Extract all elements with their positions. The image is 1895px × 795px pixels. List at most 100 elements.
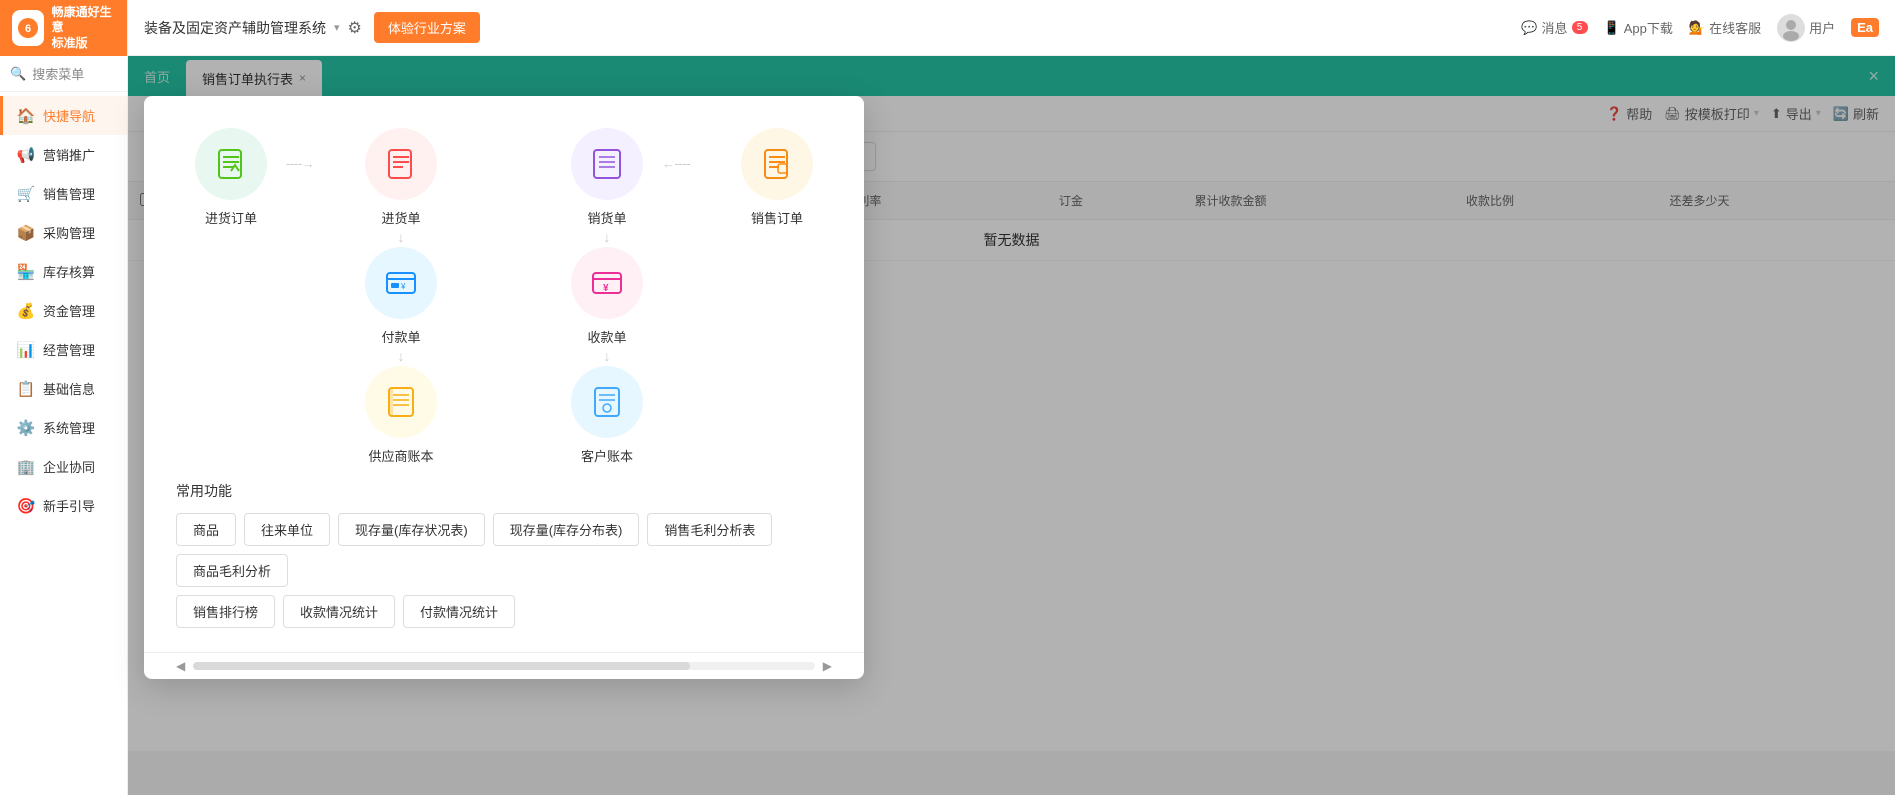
func-btn-product[interactable]: 商品 xyxy=(176,513,236,546)
sidebar-item-label: 采购管理 xyxy=(43,223,95,242)
dropdown-icon[interactable]: ▾ xyxy=(334,21,340,34)
online-service-label: 在线客服 xyxy=(1709,18,1761,37)
app-download-action[interactable]: 📱 App下载 xyxy=(1604,18,1673,37)
svg-text:6: 6 xyxy=(25,23,31,35)
func-btns-row2: 销售排行榜 收款情况统计 付款情况统计 xyxy=(176,595,832,628)
sidebar-item-guide[interactable]: 🎯 新手引导 xyxy=(0,486,127,525)
sidebar-item-label: 经营管理 xyxy=(43,340,95,359)
ea-badge: Ea xyxy=(1851,18,1879,37)
enterprise-icon: 🏢 xyxy=(17,458,35,476)
common-funcs-title: 常用功能 xyxy=(176,481,832,501)
func-btn-product-margin[interactable]: 商品毛利分析 xyxy=(176,554,288,587)
experience-btn[interactable]: 体验行业方案 xyxy=(374,12,480,43)
payment-bill-label: 付款单 xyxy=(381,327,420,346)
scrollbar-thumb[interactable] xyxy=(193,662,690,670)
sidebar-search[interactable]: 🔍 搜索菜单 xyxy=(0,56,127,92)
sidebar-item-enterprise[interactable]: 🏢 企业协同 xyxy=(0,447,127,486)
node-sales-bill[interactable]: 销货单 xyxy=(552,128,662,227)
quick-nav-icon: 🏠 xyxy=(17,107,35,125)
purchase-order-icon xyxy=(195,128,267,200)
func-btn-sales-margin[interactable]: 销售毛利分析表 xyxy=(647,513,772,546)
avatar xyxy=(1777,14,1805,42)
system-icon: ⚙️ xyxy=(17,419,35,437)
receipt-bill-label: 收款单 xyxy=(587,327,626,346)
node-receipt-bill[interactable]: ¥ 收款单 xyxy=(552,247,662,346)
customer-ledger-label: 客户账本 xyxy=(581,446,633,465)
search-icon: 🔍 xyxy=(10,66,26,82)
message-icon: 💬 xyxy=(1521,20,1537,36)
sales-icon: 🛒 xyxy=(17,185,35,203)
func-btn-stock-dist[interactable]: 现存量(库存分布表) xyxy=(493,513,640,546)
user-action[interactable]: 用户 xyxy=(1777,14,1835,42)
func-btn-sales-rank[interactable]: 销售排行榜 xyxy=(176,595,275,628)
node-payment-bill[interactable]: ¥ 付款单 xyxy=(346,247,456,346)
gear-icon[interactable]: ⚙ xyxy=(348,18,362,38)
svg-text:¥: ¥ xyxy=(400,282,406,291)
sidebar-item-label: 新手引导 xyxy=(43,496,95,515)
app-download-label: App下载 xyxy=(1624,18,1673,37)
sidebar-item-label: 系统管理 xyxy=(43,418,95,437)
customer-ledger-icon xyxy=(571,366,643,438)
sidebar-item-label: 库存核算 xyxy=(43,262,95,281)
sidebar-nav: 🏠 快捷导航 📢 营销推广 🛒 销售管理 📦 采购管理 🏪 库存核算 💰 资金管… xyxy=(0,92,127,529)
purchase-icon: 📦 xyxy=(17,224,35,242)
purchase-bill-icon xyxy=(365,128,437,200)
ea-badge-area: Ea xyxy=(1851,18,1879,37)
finance-icon: 💰 xyxy=(17,302,35,320)
header-system: 装备及固定资产辅助管理系统 ▾ ⚙ xyxy=(144,18,362,38)
basic-info-icon: 📋 xyxy=(17,380,35,398)
sidebar-item-label: 资金管理 xyxy=(43,301,95,320)
common-funcs: 常用功能 商品 往来单位 现存量(库存状况表) 现存量(库存分布表) 销售毛利分… xyxy=(144,481,864,652)
guide-icon: 🎯 xyxy=(17,497,35,515)
sidebar-item-quick-nav[interactable]: 🏠 快捷导航 xyxy=(0,96,127,135)
sales-order-label: 销售订单 xyxy=(751,208,803,227)
download-icon: 📱 xyxy=(1604,20,1620,36)
header-actions: 💬 消息 5 📱 App下载 💁 在线客服 用户 Ea xyxy=(1521,14,1879,42)
sidebar-item-finance[interactable]: 💰 资金管理 xyxy=(0,291,127,330)
sidebar-item-inventory[interactable]: 🏪 库存核算 xyxy=(0,252,127,291)
sidebar-item-label: 销售管理 xyxy=(43,184,95,203)
node-supplier-ledger[interactable]: 供应商账本 xyxy=(346,366,456,465)
sales-bill-label: 销货单 xyxy=(587,208,626,227)
marketing-icon: 📢 xyxy=(17,146,35,164)
sidebar-item-label: 快捷导航 xyxy=(43,106,95,125)
workflow-diagram: 进货订单 - - - - → 进货单 xyxy=(144,96,864,481)
func-btn-supplier-customer[interactable]: 往来单位 xyxy=(244,513,330,546)
func-btn-payment-stats[interactable]: 付款情况统计 xyxy=(403,595,515,628)
sidebar-item-label: 企业协同 xyxy=(43,457,95,476)
sidebar-search-label: 搜索菜单 xyxy=(32,64,84,83)
scrollbar-track xyxy=(193,662,815,670)
node-purchase-bill[interactable]: 进货单 xyxy=(346,128,456,227)
scrollbar-left-arrow[interactable]: ◀ xyxy=(176,659,185,673)
sidebar-item-operations[interactable]: 📊 经营管理 xyxy=(0,330,127,369)
node-sales-order[interactable]: 销售订单 xyxy=(722,128,832,227)
sidebar-item-marketing[interactable]: 📢 营销推广 xyxy=(0,135,127,174)
inventory-icon: 🏪 xyxy=(17,263,35,281)
func-btns-row1: 商品 往来单位 现存量(库存状况表) 现存量(库存分布表) 销售毛利分析表 商品… xyxy=(176,513,832,587)
node-customer-ledger[interactable]: 客户账本 xyxy=(552,366,662,465)
logo-icon: 6 xyxy=(12,10,44,46)
node-purchase-order[interactable]: 进货订单 xyxy=(176,128,286,227)
supplier-ledger-label: 供应商账本 xyxy=(368,446,433,465)
sidebar-item-sales[interactable]: 🛒 销售管理 xyxy=(0,174,127,213)
arrow-so-sb: ← - - - - xyxy=(662,128,722,171)
payment-bill-icon: ¥ xyxy=(365,247,437,319)
receipt-bill-icon: ¥ xyxy=(571,247,643,319)
system-title: 装备及固定资产辅助管理系统 xyxy=(144,18,326,38)
logo-text: 畅康通好生意 标准版 xyxy=(52,5,115,52)
service-icon: 💁 xyxy=(1689,20,1705,36)
online-service-action[interactable]: 💁 在线客服 xyxy=(1689,18,1761,37)
purchase-order-label: 进货订单 xyxy=(205,208,257,227)
sidebar-item-label: 基础信息 xyxy=(43,379,95,398)
message-action[interactable]: 💬 消息 5 xyxy=(1521,18,1587,37)
message-label: 消息 xyxy=(1542,18,1568,37)
modal-dialog: 进货订单 - - - - → 进货单 xyxy=(144,96,864,679)
sidebar-item-purchase[interactable]: 📦 采购管理 xyxy=(0,213,127,252)
func-btn-receipt-stats[interactable]: 收款情况统计 xyxy=(283,595,395,628)
modal-overlay: 进货订单 - - - - → 进货单 xyxy=(128,56,1895,795)
sidebar-item-system[interactable]: ⚙️ 系统管理 xyxy=(0,408,127,447)
func-btn-stock-status[interactable]: 现存量(库存状况表) xyxy=(338,513,485,546)
scrollbar-right-arrow[interactable]: ▶ xyxy=(823,659,832,673)
sidebar-item-basic-info[interactable]: 📋 基础信息 xyxy=(0,369,127,408)
sidebar: 6 畅康通好生意 标准版 🔍 搜索菜单 🏠 快捷导航 📢 营销推广 🛒 销售管理… xyxy=(0,0,128,795)
